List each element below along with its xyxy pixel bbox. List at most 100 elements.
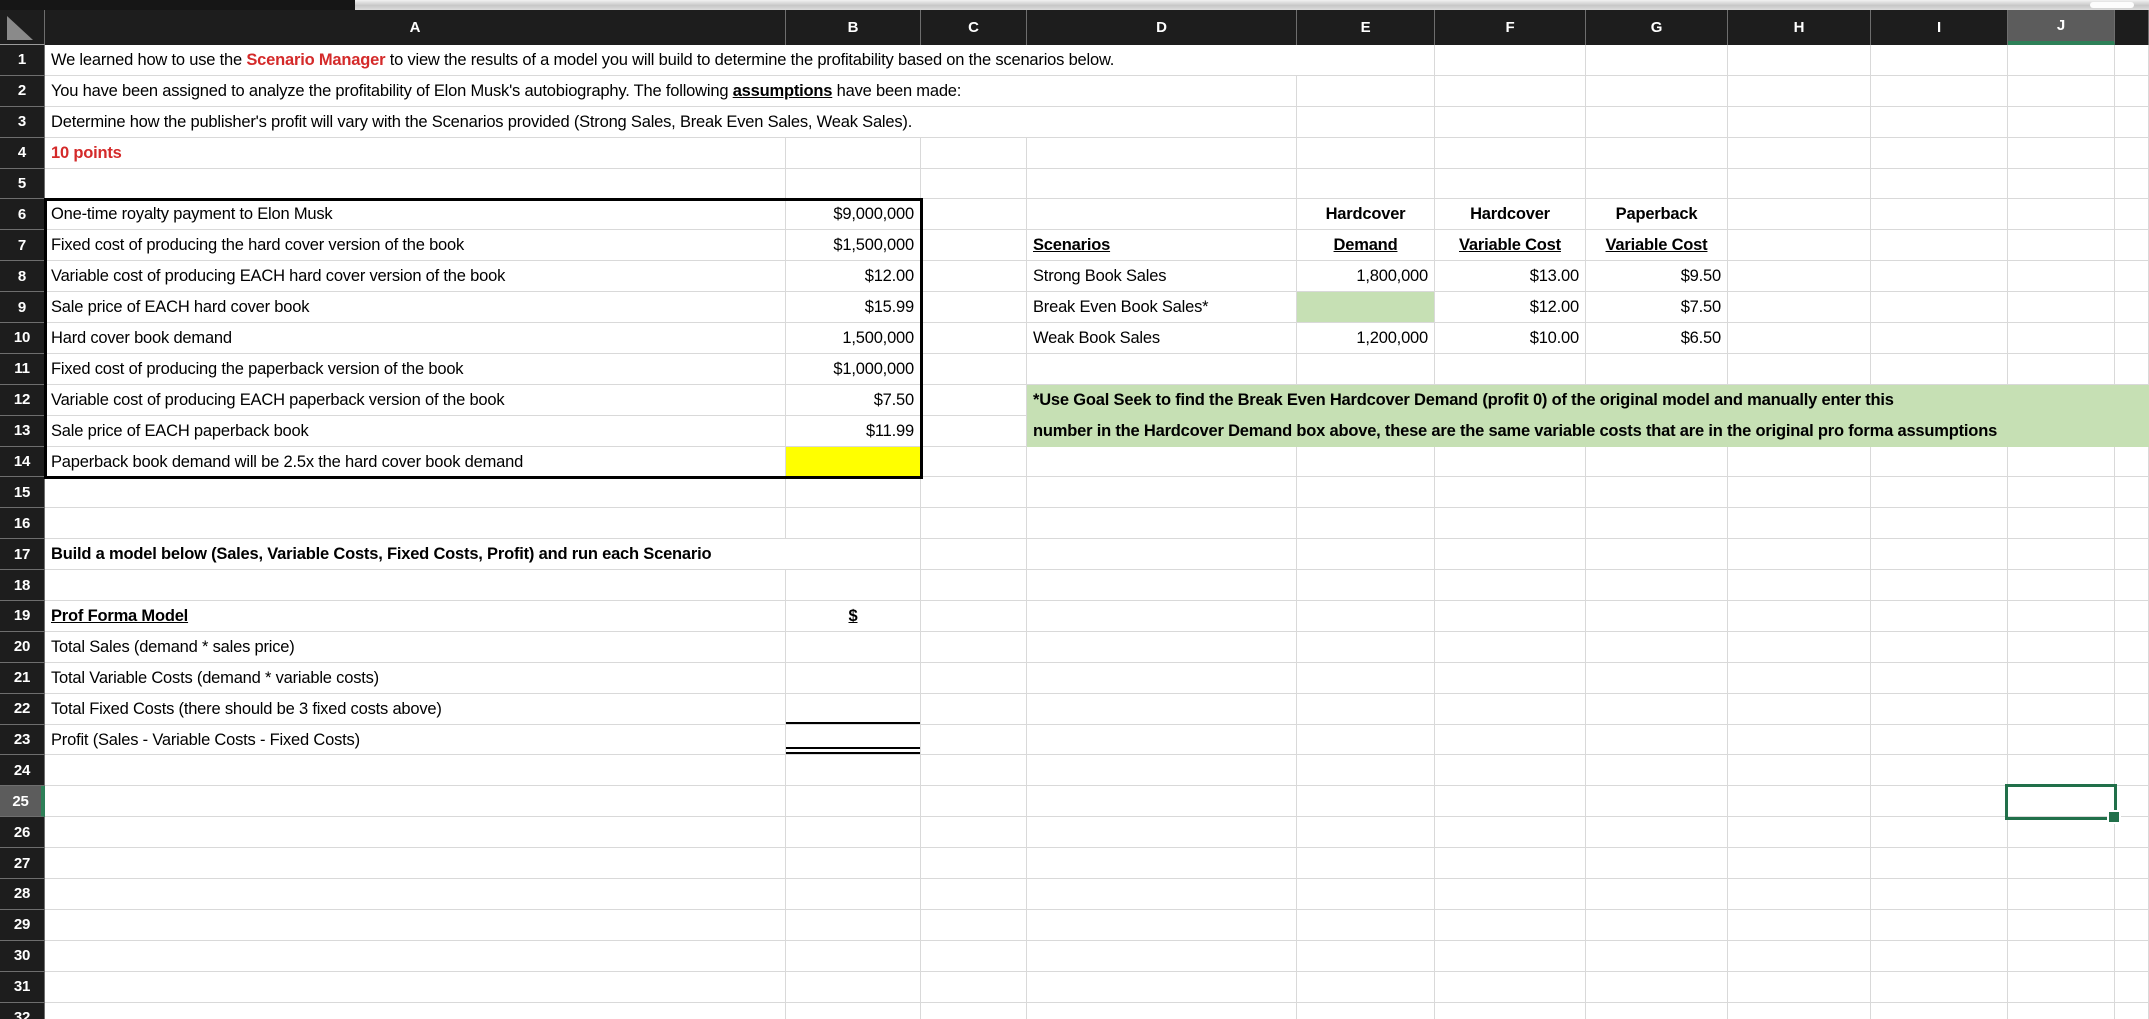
cell-F20[interactable] — [1435, 632, 1586, 663]
cell-B15[interactable] — [786, 477, 921, 508]
cell-H17[interactable] — [1728, 539, 1871, 570]
cell-D25[interactable] — [1027, 786, 1297, 817]
cell-B8[interactable]: $12.00 — [786, 261, 921, 292]
cell-A21[interactable]: Total Variable Costs (demand * variable … — [45, 663, 786, 694]
cell-K6[interactable] — [2115, 199, 2149, 230]
cell-F1[interactable] — [1435, 45, 1586, 76]
cell-E22[interactable] — [1297, 694, 1435, 725]
cell-F30[interactable] — [1435, 941, 1586, 972]
cell-D31[interactable] — [1027, 972, 1297, 1003]
cell-H4[interactable] — [1728, 138, 1871, 169]
cell-K9[interactable] — [2115, 292, 2149, 323]
cell-I8[interactable] — [1871, 261, 2008, 292]
cell-C11[interactable] — [921, 354, 1027, 385]
cell-J22[interactable] — [2008, 694, 2115, 725]
cell-H31[interactable] — [1728, 972, 1871, 1003]
row-header-12[interactable]: 12 — [0, 385, 45, 416]
cell-G19[interactable] — [1586, 601, 1728, 632]
cell-B31[interactable] — [786, 972, 921, 1003]
row-header-22[interactable]: 22 — [0, 694, 45, 725]
cell-A28[interactable] — [45, 879, 786, 910]
cell-G1[interactable] — [1586, 45, 1728, 76]
row-header-26[interactable]: 26 — [0, 817, 45, 848]
cell-F5[interactable] — [1435, 169, 1586, 200]
cell-B26[interactable] — [786, 817, 921, 848]
cell-G31[interactable] — [1586, 972, 1728, 1003]
select-all-corner[interactable] — [0, 10, 45, 45]
cell-D23[interactable] — [1027, 725, 1297, 756]
row-header-20[interactable]: 20 — [0, 632, 45, 663]
cell-A18[interactable] — [45, 570, 786, 601]
cell-H28[interactable] — [1728, 879, 1871, 910]
cell-B24[interactable] — [786, 755, 921, 786]
cell-F8[interactable]: $13.00 — [1435, 261, 1586, 292]
cell-A20[interactable]: Total Sales (demand * sales price) — [45, 632, 786, 663]
cell-K24[interactable] — [2115, 755, 2149, 786]
cell-D30[interactable] — [1027, 941, 1297, 972]
cell-C31[interactable] — [921, 972, 1027, 1003]
cell-J27[interactable] — [2008, 848, 2115, 879]
cell-F22[interactable] — [1435, 694, 1586, 725]
cell-E16[interactable] — [1297, 508, 1435, 539]
cell-C21[interactable] — [921, 663, 1027, 694]
cell-B5[interactable] — [786, 169, 921, 200]
cell-J14[interactable] — [2008, 447, 2115, 478]
cell-C25[interactable] — [921, 786, 1027, 817]
cell-E31[interactable] — [1297, 972, 1435, 1003]
cell-D15[interactable] — [1027, 477, 1297, 508]
cell-A14[interactable]: Paperback book demand will be 2.5x the h… — [45, 447, 786, 478]
row-header-28[interactable]: 28 — [0, 879, 45, 910]
cell-C16[interactable] — [921, 508, 1027, 539]
row-header-3[interactable]: 3 — [0, 107, 45, 138]
row-header-8[interactable]: 8 — [0, 261, 45, 292]
cell-I5[interactable] — [1871, 169, 2008, 200]
cell-F15[interactable] — [1435, 477, 1586, 508]
cell-J19[interactable] — [2008, 601, 2115, 632]
cell-F10[interactable]: $10.00 — [1435, 323, 1586, 354]
cell-G22[interactable] — [1586, 694, 1728, 725]
cell-K21[interactable] — [2115, 663, 2149, 694]
cell-C12[interactable] — [921, 385, 1027, 416]
cell-A19[interactable]: Prof Forma Model — [45, 601, 786, 632]
cell-F31[interactable] — [1435, 972, 1586, 1003]
row-header-7[interactable]: 7 — [0, 230, 45, 261]
cell-I17[interactable] — [1871, 539, 2008, 570]
cell-A13[interactable]: Sale price of EACH paperback book — [45, 416, 786, 447]
cell-A15[interactable] — [45, 477, 786, 508]
cell-C26[interactable] — [921, 817, 1027, 848]
row-header-31[interactable]: 31 — [0, 972, 45, 1003]
cell-J16[interactable] — [2008, 508, 2115, 539]
cell-J3[interactable] — [2008, 107, 2115, 138]
cell-G6[interactable]: Paperback — [1586, 199, 1728, 230]
cell-D16[interactable] — [1027, 508, 1297, 539]
cell-D20[interactable] — [1027, 632, 1297, 663]
cell-K27[interactable] — [2115, 848, 2149, 879]
row-header-30[interactable]: 30 — [0, 941, 45, 972]
cell-C18[interactable] — [921, 570, 1027, 601]
cell-A2[interactable]: You have been assigned to analyze the pr… — [45, 76, 1297, 107]
cell-J17[interactable] — [2008, 539, 2115, 570]
row-header-17[interactable]: 17 — [0, 539, 45, 570]
cell-C29[interactable] — [921, 910, 1027, 941]
cell-B32[interactable] — [786, 1003, 921, 1019]
row-header-24[interactable]: 24 — [0, 755, 45, 786]
cell-E17[interactable] — [1297, 539, 1435, 570]
cell-B4[interactable] — [786, 138, 921, 169]
col-header-D[interactable]: D — [1027, 10, 1297, 45]
cell-J28[interactable] — [2008, 879, 2115, 910]
cell-G16[interactable] — [1586, 508, 1728, 539]
cell-K28[interactable] — [2115, 879, 2149, 910]
row-header-6[interactable]: 6 — [0, 199, 45, 230]
cell-C23[interactable] — [921, 725, 1027, 756]
cell-F24[interactable] — [1435, 755, 1586, 786]
cell-E20[interactable] — [1297, 632, 1435, 663]
cell-B10[interactable]: 1,500,000 — [786, 323, 921, 354]
cell-E30[interactable] — [1297, 941, 1435, 972]
cell-G24[interactable] — [1586, 755, 1728, 786]
cell-K7[interactable] — [2115, 230, 2149, 261]
cell-B21[interactable] — [786, 663, 921, 694]
cell-K4[interactable] — [2115, 138, 2149, 169]
cell-J24[interactable] — [2008, 755, 2115, 786]
cell-G4[interactable] — [1586, 138, 1728, 169]
cell-F11[interactable] — [1435, 354, 1586, 385]
